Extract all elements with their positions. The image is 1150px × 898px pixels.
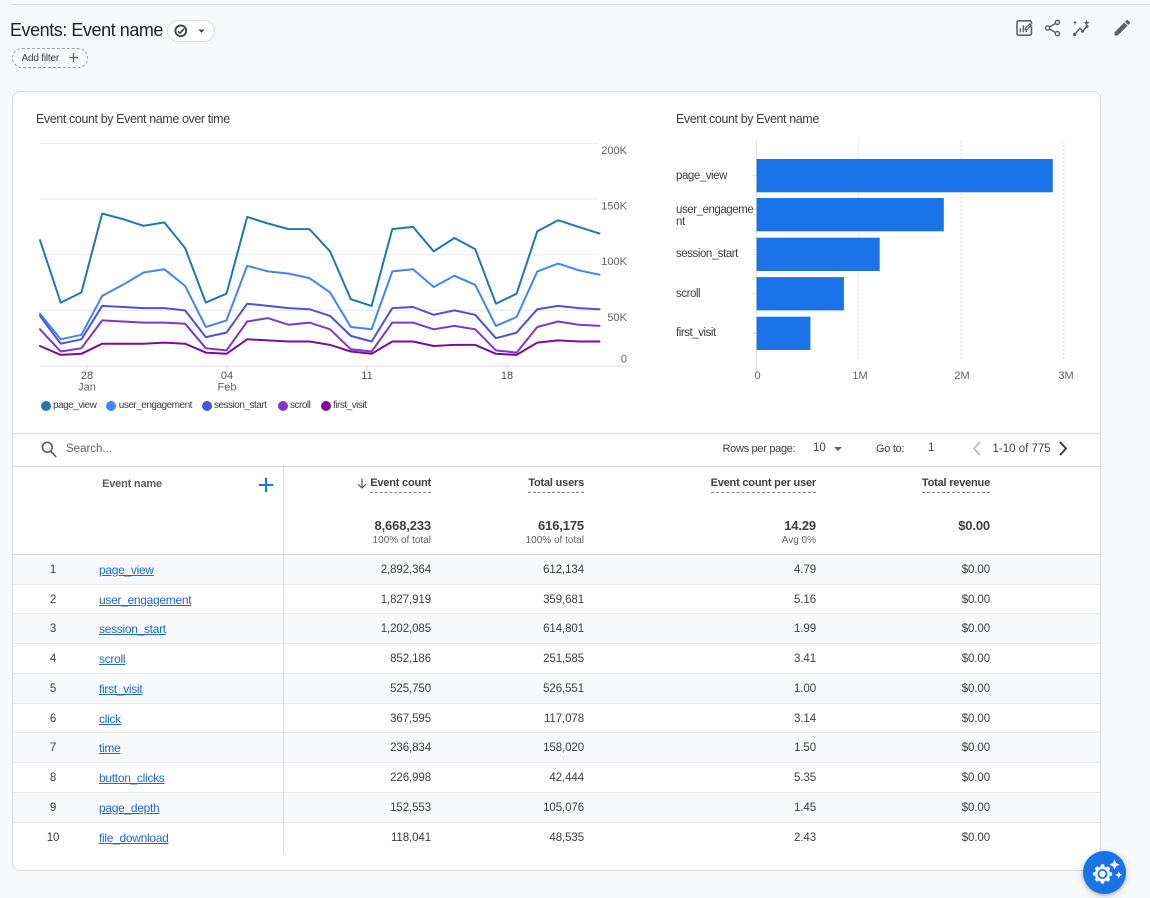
svg-text:100K: 100K [601,256,627,268]
svg-text:11: 11 [361,370,372,382]
svg-text:150K: 150K [601,201,627,213]
svg-text:Feb: Feb [218,382,237,394]
svg-text:Jan: Jan [78,382,96,394]
svg-text:28: 28 [81,370,93,382]
svg-text:2M: 2M [954,370,969,382]
svg-text:18: 18 [501,370,513,382]
svg-text:0: 0 [621,353,627,365]
svg-text:3M: 3M [1058,370,1073,382]
svg-text:50K: 50K [607,312,627,324]
svg-text:1M: 1M [852,370,867,382]
svg-text:04: 04 [221,370,233,382]
svg-text:200K: 200K [601,145,627,157]
svg-text:0: 0 [754,370,760,382]
